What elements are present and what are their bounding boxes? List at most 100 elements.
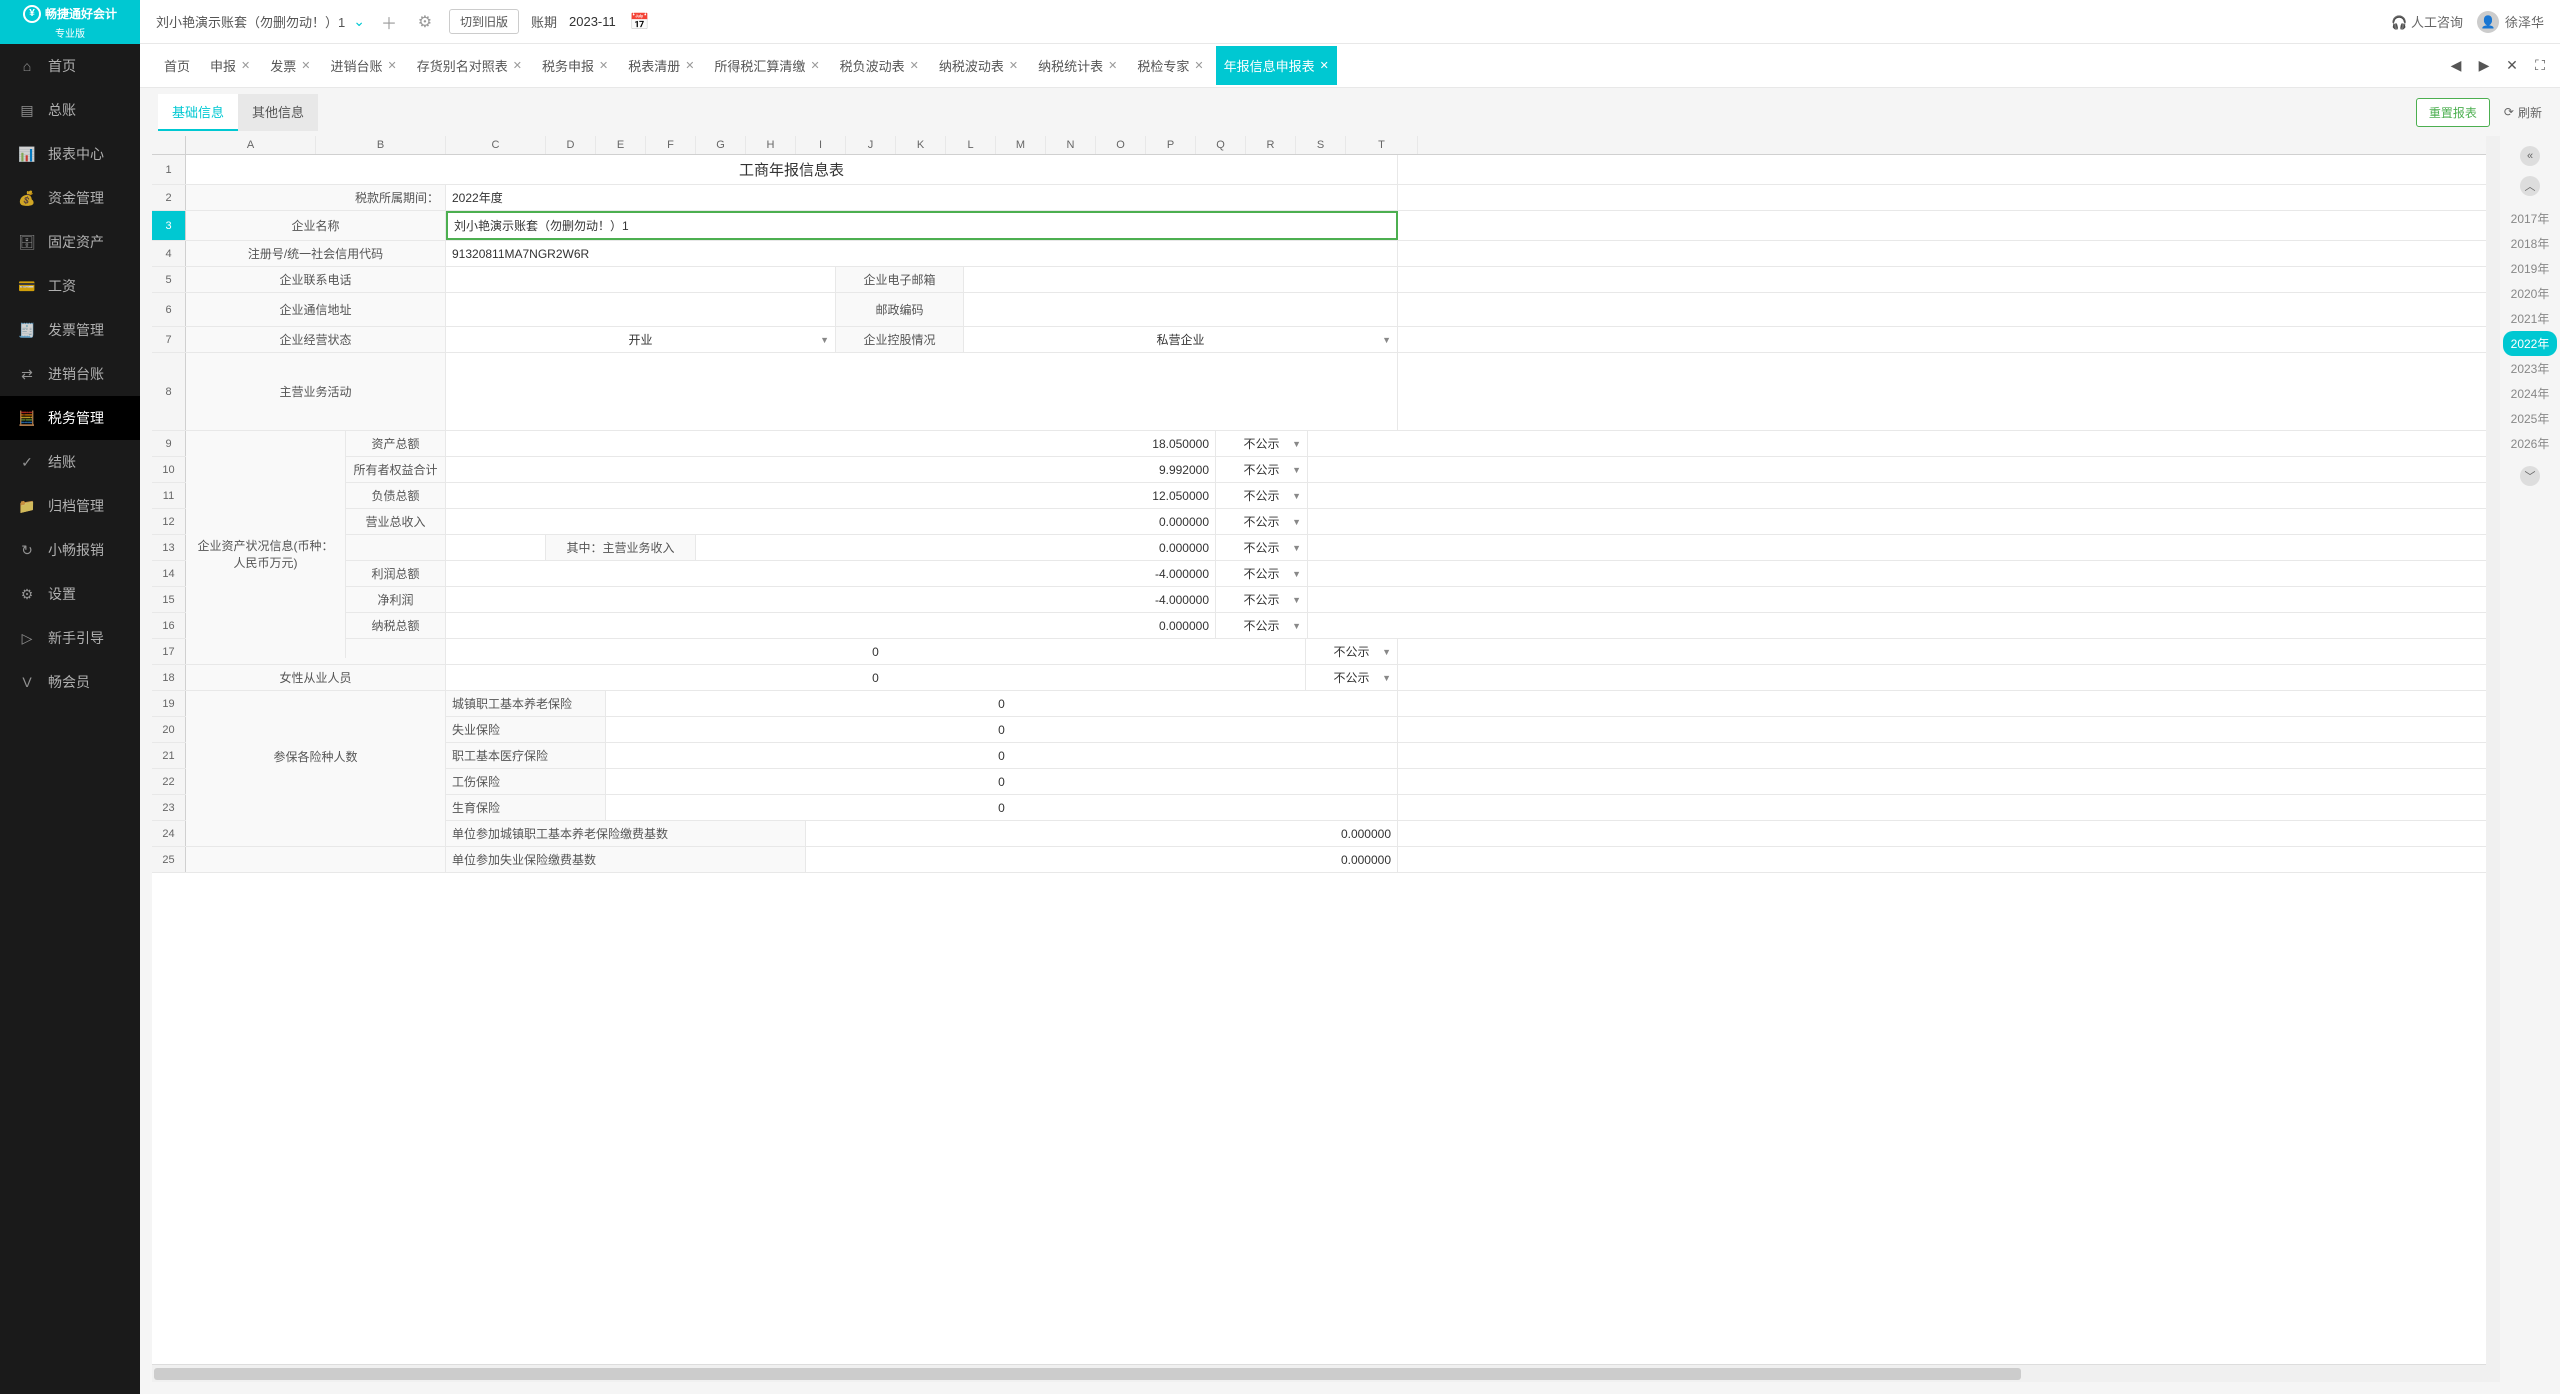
cell[interactable]: 不公示: [1216, 431, 1308, 456]
tab[interactable]: 发票✕: [262, 46, 318, 85]
cell[interactable]: -4.000000: [446, 561, 1216, 586]
cell[interactable]: 0.000000: [806, 821, 1398, 846]
sidebar-item-ledger[interactable]: ▤总账: [0, 88, 140, 132]
column-header[interactable]: P: [1146, 136, 1196, 154]
row-header[interactable]: 20: [152, 717, 186, 742]
row-header[interactable]: 10: [152, 457, 186, 482]
cell[interactable]: [186, 847, 446, 872]
year-item[interactable]: 2019年: [2503, 256, 2558, 281]
year-item[interactable]: 2020年: [2503, 281, 2558, 306]
sidebar-item-report[interactable]: 📊报表中心: [0, 132, 140, 176]
column-header[interactable]: I: [796, 136, 846, 154]
horizontal-scrollbar[interactable]: [152, 1364, 2486, 1382]
cell[interactable]: 0.000000: [446, 509, 1216, 534]
cell[interactable]: 91320811MA7NGR2W6R: [446, 241, 1398, 266]
column-header[interactable]: A: [186, 136, 316, 154]
year-item[interactable]: 2022年: [2503, 331, 2558, 356]
cell[interactable]: 0: [606, 717, 1398, 742]
tab[interactable]: 进销台账✕: [322, 46, 404, 85]
row-header[interactable]: 24: [152, 821, 186, 846]
tab[interactable]: 纳税波动表✕: [931, 46, 1026, 85]
tab-close-all-icon[interactable]: ✕: [2500, 54, 2524, 78]
year-down-icon[interactable]: ﹀: [2520, 466, 2540, 486]
cell[interactable]: 0: [606, 743, 1398, 768]
close-icon[interactable]: ✕: [241, 59, 250, 72]
row-header[interactable]: 23: [152, 795, 186, 820]
sidebar-item-expense[interactable]: ↻小畅报销: [0, 528, 140, 572]
sidebar-item-fund[interactable]: 💰资金管理: [0, 176, 140, 220]
sub-tab-other[interactable]: 其他信息: [238, 94, 318, 131]
cell[interactable]: -4.000000: [446, 587, 1216, 612]
tab[interactable]: 税表清册✕: [620, 46, 702, 85]
cell[interactable]: 企业电子邮箱: [836, 267, 964, 292]
row-header[interactable]: 22: [152, 769, 186, 794]
cell[interactable]: 不公示: [1216, 457, 1308, 482]
consult-link[interactable]: 🎧 人工咨询: [2391, 12, 2463, 31]
row-header[interactable]: 6: [152, 293, 186, 326]
column-header[interactable]: F: [646, 136, 696, 154]
tab[interactable]: 首页: [156, 46, 198, 85]
tab[interactable]: 所得税汇算清缴✕: [706, 46, 827, 85]
column-header[interactable]: O: [1096, 136, 1146, 154]
sub-tab-basic[interactable]: 基础信息: [158, 94, 238, 131]
close-icon[interactable]: ✕: [1108, 59, 1117, 72]
row-header[interactable]: 25: [152, 847, 186, 872]
tab-next-icon[interactable]: ▶: [2472, 54, 2496, 78]
cell[interactable]: 0: [446, 665, 1306, 690]
account-selector[interactable]: 刘小艳演示账套（勿删勿动！）1 ⌄: [156, 12, 365, 31]
row-header[interactable]: 17: [152, 639, 186, 664]
cell[interactable]: 生育保险: [446, 795, 606, 820]
column-header[interactable]: H: [746, 136, 796, 154]
cell[interactable]: 纳税总额: [346, 613, 446, 638]
tab[interactable]: 税务申报✕: [534, 46, 616, 85]
calendar-icon[interactable]: 📅: [628, 10, 652, 34]
close-icon[interactable]: ✕: [1320, 59, 1329, 72]
company-name-cell[interactable]: 刘小艳演示账套（勿删勿动！）1: [446, 211, 1398, 240]
row-header[interactable]: 3: [152, 211, 186, 240]
sidebar-item-gear[interactable]: ⚙设置: [0, 572, 140, 616]
cell[interactable]: 0: [446, 639, 1306, 664]
column-header[interactable]: L: [946, 136, 996, 154]
row-header[interactable]: 21: [152, 743, 186, 768]
close-icon[interactable]: ✕: [910, 59, 919, 72]
row-header[interactable]: 13: [152, 535, 186, 560]
sheet-body[interactable]: 1工商年报信息表2税款所属期间：2022年度3企业名称刘小艳演示账套（勿删勿动！…: [152, 155, 2486, 1364]
cell[interactable]: 净利润: [346, 587, 446, 612]
column-header[interactable]: S: [1296, 136, 1346, 154]
reset-report-button[interactable]: 重置报表: [2416, 98, 2490, 127]
cell[interactable]: 开业: [446, 327, 836, 352]
cell[interactable]: [446, 353, 1398, 430]
row-header[interactable]: 5: [152, 267, 186, 292]
cell[interactable]: [446, 293, 836, 326]
cell[interactable]: 失业保险: [446, 717, 606, 742]
row-header[interactable]: 4: [152, 241, 186, 266]
cell[interactable]: 0.000000: [696, 535, 1216, 560]
cell[interactable]: 0.000000: [806, 847, 1398, 872]
close-icon[interactable]: ✕: [1009, 59, 1018, 72]
sidebar-item-invoice[interactable]: 🧾发票管理: [0, 308, 140, 352]
sidebar-item-inout[interactable]: ⇄进销台账: [0, 352, 140, 396]
cell[interactable]: 不公示: [1216, 509, 1308, 534]
user-menu[interactable]: 👤 徐泽华: [2477, 11, 2544, 33]
cell[interactable]: [964, 293, 1398, 326]
year-item[interactable]: 2024年: [2503, 381, 2558, 406]
cell[interactable]: 企业名称: [186, 211, 446, 240]
cell[interactable]: 单位参加失业保险缴费基数: [446, 847, 806, 872]
row-header[interactable]: 11: [152, 483, 186, 508]
column-header[interactable]: N: [1046, 136, 1096, 154]
cell[interactable]: 利润总额: [346, 561, 446, 586]
cell[interactable]: 不公示: [1216, 587, 1308, 612]
cell[interactable]: 不公示: [1216, 535, 1308, 560]
cell[interactable]: 不公示: [1216, 561, 1308, 586]
cell[interactable]: 城镇职工基本养老保险: [446, 691, 606, 716]
cell[interactable]: 职工基本医疗保险: [446, 743, 606, 768]
column-header[interactable]: K: [896, 136, 946, 154]
cell[interactable]: 邮政编码: [836, 293, 964, 326]
column-header[interactable]: R: [1246, 136, 1296, 154]
cell[interactable]: 12.050000: [446, 483, 1216, 508]
cell[interactable]: 0: [606, 769, 1398, 794]
row-header[interactable]: 16: [152, 613, 186, 638]
column-header[interactable]: B: [316, 136, 446, 154]
column-header[interactable]: C: [446, 136, 546, 154]
sidebar-item-asset[interactable]: 🗄固定资产: [0, 220, 140, 264]
